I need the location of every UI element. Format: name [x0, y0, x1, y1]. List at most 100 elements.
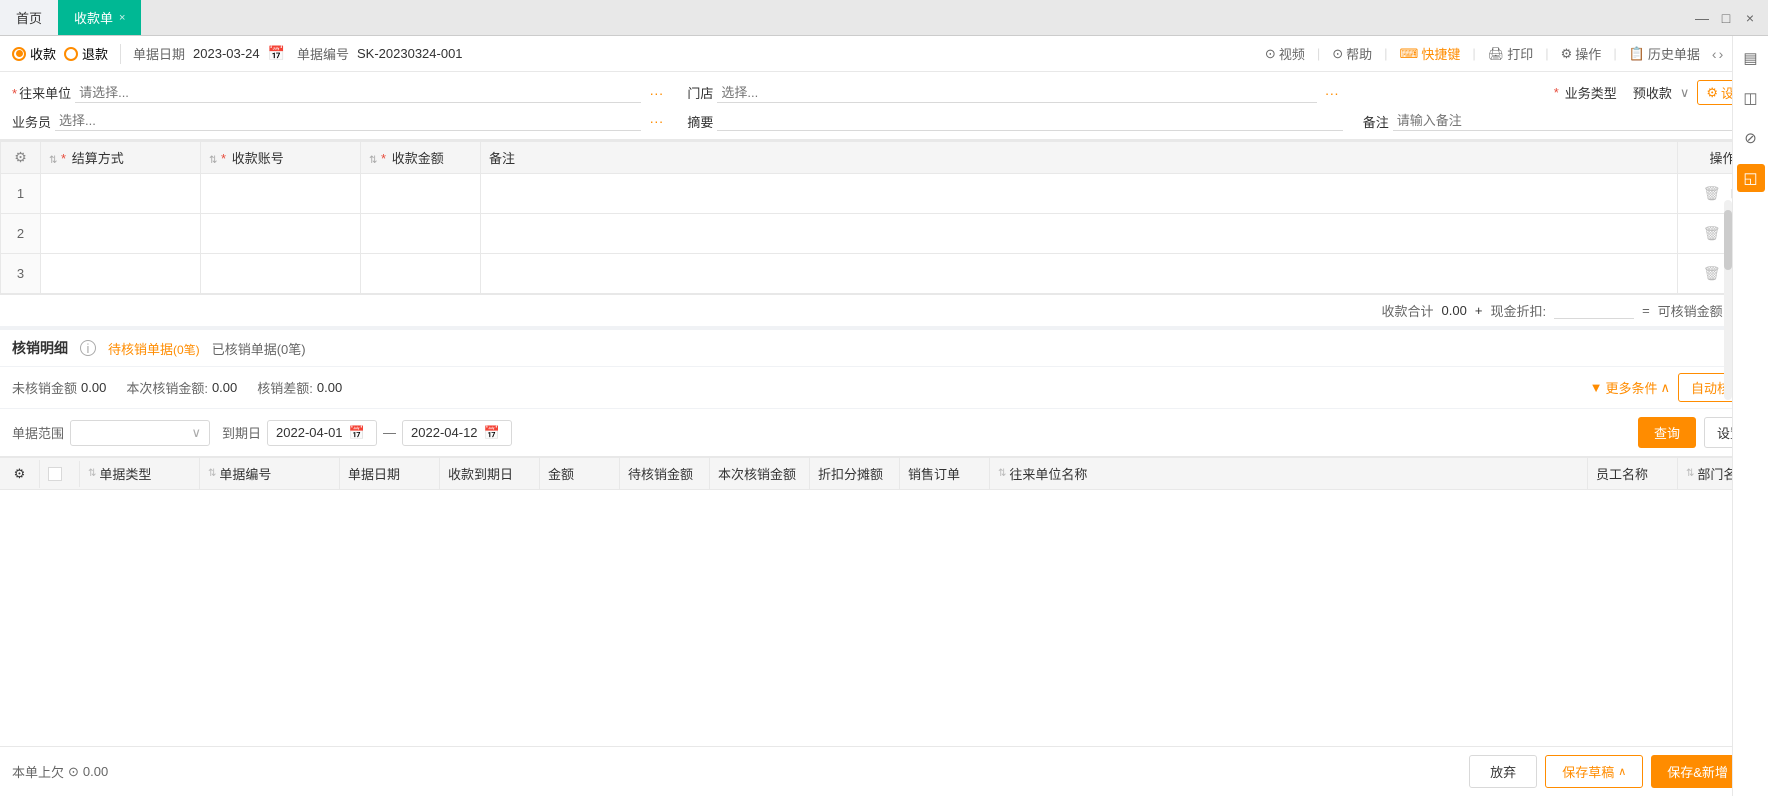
sidebar-table-icon[interactable]: ▤	[1737, 44, 1765, 72]
row-num-1: 1	[1, 174, 41, 214]
row-account-1[interactable]	[201, 174, 361, 214]
data-table: ⚙ ⇅ * 结算方式 ⇅ * 收款账号 ⇅	[0, 141, 1768, 294]
tab-active-label: 收款单	[74, 8, 113, 27]
row-remarks-3[interactable]	[481, 254, 1678, 294]
total-label: 收款合计	[1382, 301, 1434, 320]
row-delete-icon-3[interactable]: 🗑	[1703, 265, 1721, 281]
right-sidebar: ▤ ◫ ⊘ ◱	[1732, 36, 1768, 796]
business-type-dropdown-icon[interactable]: ∨	[1680, 85, 1690, 101]
row-settlement-3[interactable]	[41, 254, 201, 294]
form-row-2: 业务员 ··· 摘要 备注	[12, 111, 1756, 131]
close-button[interactable]: ×	[1740, 8, 1760, 28]
row-num-2: 2	[1, 214, 41, 254]
help-btn[interactable]: ⊙ 帮助	[1328, 42, 1376, 65]
remarks-input[interactable]	[1393, 111, 1756, 131]
diff-value: 0.00	[317, 380, 342, 395]
discount-input[interactable]	[1554, 303, 1634, 319]
row-delete-icon-2[interactable]: 🗑	[1703, 225, 1721, 241]
save-draft-button[interactable]: 保存草稿 ∧	[1545, 755, 1643, 788]
bottom-bar: 本单上欠 ⊙ 0.00 放弃 保存草稿 ∧ 保存&新增 ∧	[0, 746, 1768, 796]
form-area: *往来单位 ··· 门店 ··· * 业务类型	[0, 72, 1768, 140]
date-to-input[interactable]: 2022-04-12 📅	[402, 420, 512, 446]
doc-number-value: SK-20230324-001	[357, 46, 463, 61]
tab-home[interactable]: 首页	[0, 0, 58, 35]
toolbar-actions: ⊙ 视频 | ⊙ 帮助 | ⌨ 快捷键 | 🖨 打印 |	[1261, 42, 1756, 65]
th-discount: 折扣分摊额	[810, 458, 900, 489]
scrollbar[interactable]	[1724, 200, 1732, 400]
th-amount: 金额	[540, 458, 620, 489]
counterpart-input[interactable]	[75, 83, 641, 103]
verify-info-icon[interactable]: i	[80, 340, 96, 356]
query-button[interactable]: 查询	[1638, 417, 1696, 448]
type-radio-group: 收款 退款	[12, 44, 108, 63]
tab-active[interactable]: 收款单 ×	[58, 0, 141, 35]
print-btn[interactable]: 🖨 打印	[1484, 42, 1538, 65]
row-settlement-2[interactable]	[41, 214, 201, 254]
staff-input[interactable]	[55, 111, 641, 131]
abandon-button[interactable]: 放弃	[1469, 755, 1537, 788]
summary-label: 摘要	[687, 112, 713, 131]
row-amount-2[interactable]	[361, 214, 481, 254]
radio-receive[interactable]: 收款	[12, 44, 56, 63]
more-conditions-btn[interactable]: ▼ 更多条件 ∧	[1590, 378, 1670, 397]
current-label: 本单上欠	[12, 762, 64, 781]
date-to-calendar-icon[interactable]: 📅	[484, 425, 500, 441]
counterpart-field: *往来单位 ···	[12, 83, 667, 103]
row-amount-1[interactable]	[361, 174, 481, 214]
summary-input[interactable]	[717, 111, 1342, 131]
radio-refund[interactable]: 退款	[64, 44, 108, 63]
divider1	[120, 44, 121, 64]
print-icon: 🖨	[1488, 46, 1505, 62]
chevron-up-icon: ∧	[1660, 380, 1670, 396]
store-input[interactable]	[717, 83, 1316, 103]
business-type-container: * 业务类型 预收款 ∨	[1554, 83, 1690, 102]
doc-number-info: 单据编号 SK-20230324-001	[297, 44, 463, 63]
history-btn[interactable]: 📋 历史单据	[1625, 42, 1704, 65]
tab-bar: 首页 收款单 × — □ ×	[0, 0, 1768, 36]
row-settlement-1[interactable]	[41, 174, 201, 214]
sidebar-attach-icon[interactable]: ⊘	[1737, 124, 1765, 152]
radio-receive-label: 收款	[30, 44, 56, 63]
operation-btn[interactable]: ⚙ 操作	[1557, 42, 1606, 65]
row-remarks-2[interactable]	[481, 214, 1678, 254]
unverified-stat: 未核销金额 0.00	[12, 378, 106, 397]
nav-prev-icon[interactable]: ‹	[1712, 46, 1717, 62]
th-settings-cell: ⚙	[0, 460, 40, 488]
row-remarks-1[interactable]	[481, 174, 1678, 214]
nav-next-icon[interactable]: ›	[1719, 46, 1724, 62]
store-more-icon[interactable]: ···	[1321, 85, 1343, 101]
history-icon: 📋	[1629, 46, 1645, 62]
tab-close-icon[interactable]: ×	[119, 12, 125, 24]
store-field: 门店 ···	[687, 83, 1342, 103]
date-from-input[interactable]: 2022-04-01 📅	[267, 420, 377, 446]
select-all-checkbox[interactable]	[48, 467, 62, 481]
available-label: 可核销金额	[1658, 301, 1723, 320]
date-from-calendar-icon[interactable]: 📅	[349, 425, 365, 441]
counterpart-more-icon[interactable]: ···	[645, 85, 667, 101]
window-controls: — □ ×	[1692, 8, 1768, 28]
summary-row: 收款合计 0.00 + 现金折扣: = 可核销金额 0.00	[0, 294, 1768, 326]
remarks-label: 备注	[1363, 112, 1389, 131]
tab-pending[interactable]: 待核销单据(0笔)	[108, 339, 200, 358]
video-btn[interactable]: ⊙ 视频	[1261, 42, 1309, 65]
staff-more-icon[interactable]: ···	[645, 113, 667, 129]
range-label: 单据范围	[12, 423, 64, 442]
th-settings-icon[interactable]: ⚙	[14, 466, 26, 482]
maximize-button[interactable]: □	[1716, 8, 1736, 28]
sidebar-expand-icon[interactable]: ◱	[1737, 164, 1765, 192]
range-select[interactable]: ∨	[70, 420, 210, 446]
row-delete-icon-1[interactable]: 🗑	[1703, 185, 1721, 201]
scrollbar-thumb[interactable]	[1724, 210, 1732, 270]
row-account-2[interactable]	[201, 214, 361, 254]
row-account-3[interactable]	[201, 254, 361, 294]
minimize-button[interactable]: —	[1692, 8, 1712, 28]
sidebar-doc-icon[interactable]: ◫	[1737, 84, 1765, 112]
table-area: ⚙ ⇅ * 结算方式 ⇅ * 收款账号 ⇅	[0, 140, 1768, 294]
verify-stats: 未核销金额 0.00 本次核销金额: 0.00 核销差额: 0.00 ▼ 更多条…	[0, 367, 1768, 409]
row-amount-3[interactable]	[361, 254, 481, 294]
date-from-value: 2022-04-01	[276, 425, 343, 440]
shortcut-btn[interactable]: ⌨ 快捷键	[1396, 42, 1465, 65]
tab-done[interactable]: 已核销单据(0笔)	[212, 339, 306, 358]
table-settings-icon[interactable]: ⚙	[14, 149, 27, 165]
doc-date-calendar-icon[interactable]: 📅	[268, 45, 285, 62]
